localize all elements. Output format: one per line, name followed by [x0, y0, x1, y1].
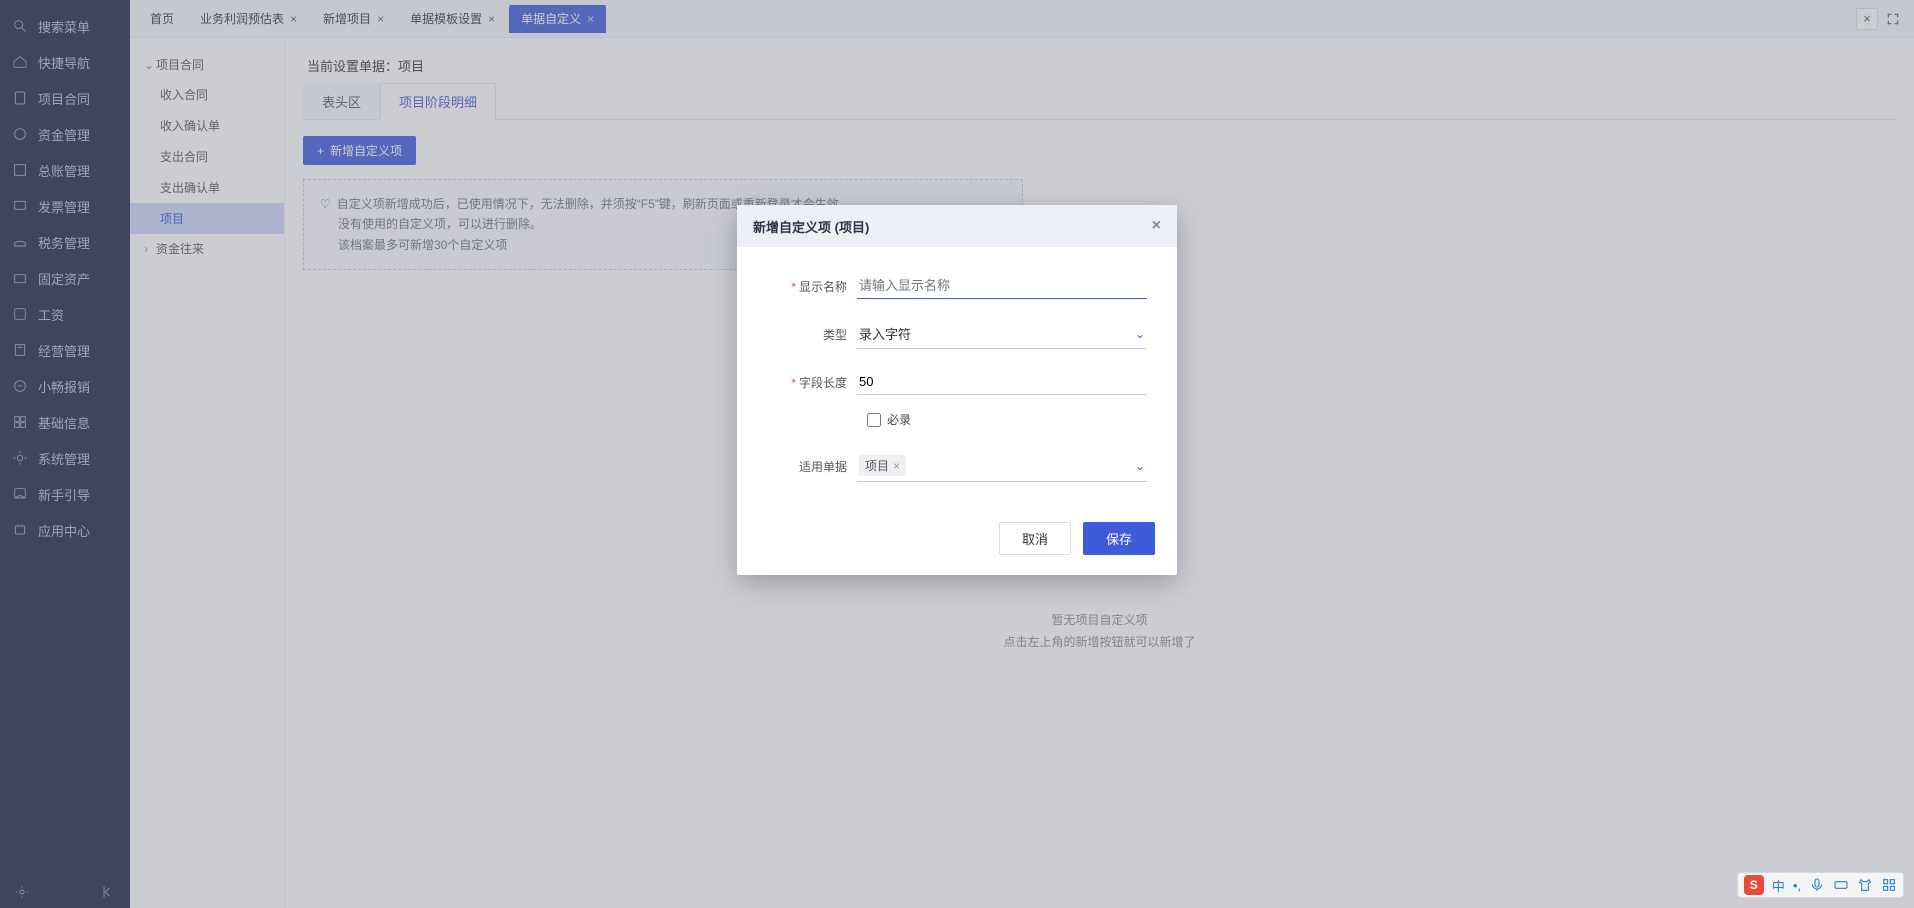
modal-header: 新增自定义项 (项目) × — [737, 205, 1177, 247]
mandatory-label: 必录 — [887, 411, 911, 428]
tag-label: 项目 — [865, 457, 889, 474]
mandatory-checkbox[interactable] — [867, 413, 881, 427]
type-value: 录入字符 — [859, 324, 911, 343]
save-button[interactable]: 保存 — [1083, 522, 1155, 555]
chevron-down-icon: ⌄ — [1135, 327, 1145, 341]
cancel-button[interactable]: 取消 — [999, 522, 1071, 555]
ime-skin-icon[interactable] — [1857, 877, 1873, 893]
field-label: 类型 — [823, 328, 847, 342]
type-select[interactable]: 录入字符 ⌄ — [857, 319, 1147, 349]
display-name-field[interactable] — [857, 273, 1147, 299]
type-field[interactable]: 录入字符 ⌄ — [857, 319, 1147, 349]
ime-toolbar[interactable]: S 中 •, — [1737, 872, 1904, 898]
modal-close-button[interactable]: × — [1152, 217, 1161, 235]
ime-punct-icon[interactable]: •, — [1793, 878, 1801, 893]
ime-mic-icon[interactable] — [1809, 877, 1825, 893]
field-label: 适用单据 — [799, 460, 847, 474]
modal-add-custom: 新增自定义项 (项目) × *显示名称 类型 录入字符 ⌄ *字段长度 — [737, 205, 1177, 575]
applicable-tag: 项目 × — [859, 455, 906, 476]
field-label: 字段长度 — [799, 376, 847, 390]
field-length-input[interactable] — [857, 369, 1147, 395]
modal-title: 新增自定义项 (项目) — [753, 217, 869, 236]
ime-tools-icon[interactable] — [1881, 877, 1897, 893]
chevron-down-icon: ⌄ — [1135, 459, 1145, 473]
ime-logo-icon: S — [1744, 875, 1764, 895]
tag-remove-icon[interactable]: × — [893, 459, 900, 473]
ime-keyboard-icon[interactable] — [1833, 877, 1849, 893]
field-label: 显示名称 — [799, 280, 847, 294]
ime-lang[interactable]: 中 — [1772, 876, 1785, 895]
display-name-input[interactable] — [857, 273, 1147, 299]
field-length-field[interactable] — [857, 369, 1147, 395]
applicable-select[interactable]: 项目 × ⌄ — [857, 450, 1147, 482]
applicable-field[interactable]: 项目 × ⌄ — [857, 450, 1147, 482]
